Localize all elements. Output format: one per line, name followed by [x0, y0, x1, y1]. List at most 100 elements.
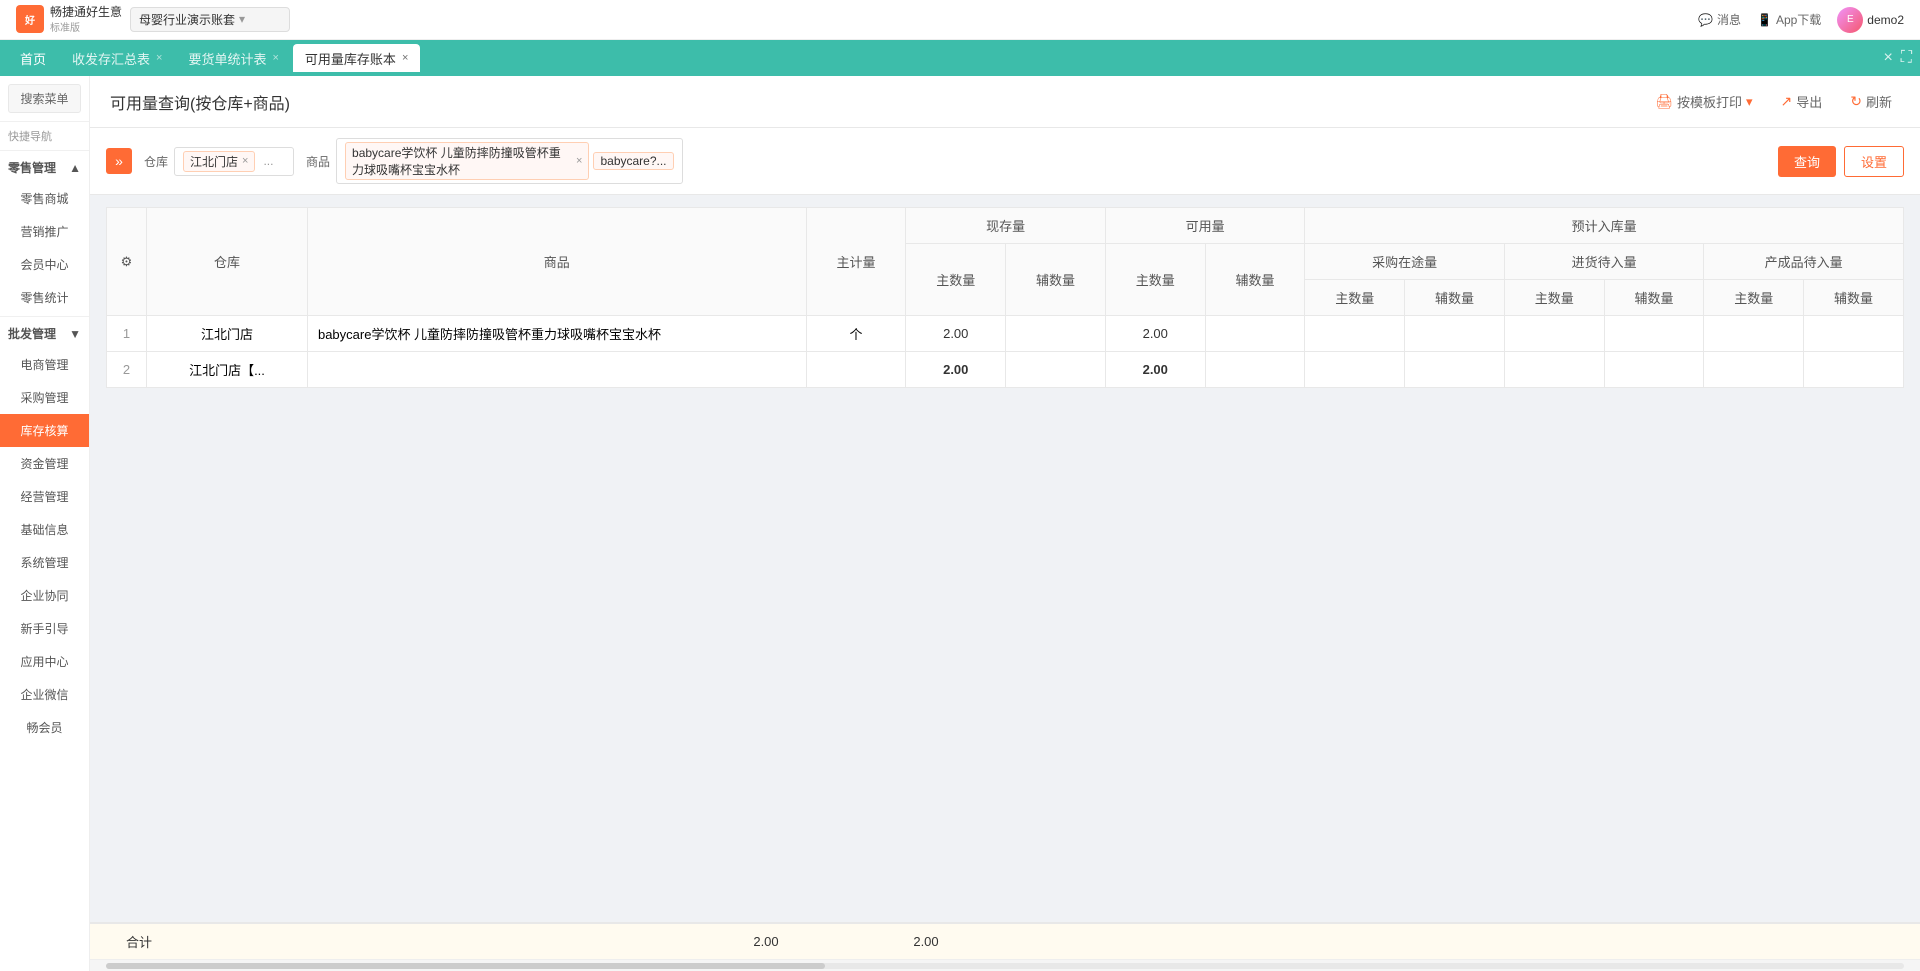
settings-col-header[interactable]: ⚙ — [107, 208, 147, 316]
sidebar: 搜索菜单 快捷导航 零售管理 ▲ 零售商城 营销推广 会员中心 零售统计 批发管… — [0, 76, 90, 971]
row-purchase-aux — [1405, 316, 1505, 352]
logo-area: 好 畅捷通好生意 标准版 — [16, 5, 122, 34]
product-tag-1-close[interactable]: × — [576, 155, 582, 167]
receipts-tab-close[interactable]: × — [156, 52, 162, 64]
purchase-label: 采购管理 — [20, 389, 68, 406]
print-button[interactable]: 🖨 按模板打印 ▾ — [1647, 88, 1760, 115]
sidebar-item-ecommerce[interactable]: 电商管理 — [0, 348, 89, 381]
row-index: 2 — [107, 352, 147, 388]
search-menu-button[interactable]: 搜索菜单 — [8, 84, 81, 113]
sidebar-item-operations[interactable]: 经营管理 — [0, 480, 89, 513]
page-header: 可用量查询(按仓库+商品) 🖨 按模板打印 ▾ ↗ 导出 ↻ 刷新 — [90, 76, 1920, 128]
enterprise-label: 企业协同 — [20, 587, 68, 604]
wechat-label: 企业微信 — [20, 686, 68, 703]
sidebar-item-newbie[interactable]: 新手引导 — [0, 612, 89, 645]
tab-close-all-button[interactable]: × — [1883, 49, 1892, 67]
current-main-qty-header: 主数量 — [906, 244, 1006, 316]
sidebar-item-marketing[interactable]: 营销推广 — [0, 215, 89, 248]
export-icon: ↗ — [1781, 93, 1793, 110]
row-finished-aux — [1804, 316, 1904, 352]
finished-aux-header: 辅数量 — [1804, 280, 1904, 316]
available-group-header: 可用量 — [1105, 208, 1305, 244]
sidebar-item-apps[interactable]: 应用中心 — [0, 645, 89, 678]
sidebar-item-wechat[interactable]: 企业微信 — [0, 678, 89, 711]
available-tab-close[interactable]: × — [402, 52, 408, 64]
tab-expand-button[interactable]: ⛶ — [1901, 49, 1912, 67]
logo-subtext: 标准版 — [50, 19, 122, 34]
sidebar-item-retail-mall[interactable]: 零售商城 — [0, 182, 89, 215]
available-main-qty-header: 主数量 — [1105, 244, 1205, 316]
top-bar: 好 畅捷通好生意 标准版 母婴行业演示账套 ▾ 💬 消息 📱 App下载 E d… — [0, 0, 1920, 40]
inventory-label: 库存核算 — [20, 422, 68, 439]
refresh-button[interactable]: ↻ 刷新 — [1842, 88, 1900, 115]
retail-mgmt-label: 零售管理 — [8, 159, 56, 176]
user-avatar: E — [1837, 7, 1863, 33]
warehouse-input[interactable]: 江北门店 × ... — [174, 147, 294, 176]
tab-orders[interactable]: 要货单统计表 × — [176, 44, 290, 72]
sidebar-nav-label[interactable]: 快捷导航 — [0, 122, 89, 148]
app-download-button[interactable]: 📱 App下载 — [1757, 11, 1821, 28]
available-aux-qty-header: 辅数量 — [1205, 244, 1305, 316]
sidebar-item-retail-stats[interactable]: 零售统计 — [0, 281, 89, 314]
finished-goods-header: 产成品待入量 — [1704, 244, 1904, 280]
sidebar-item-retail-mgmt[interactable]: 零售管理 ▲ — [0, 153, 89, 182]
filter-expand-button[interactable]: » — [106, 148, 132, 174]
scroll-area — [90, 959, 1920, 971]
wholesale-mgmt-arrow: ▼ — [69, 327, 81, 341]
horizontal-scrollbar[interactable] — [106, 963, 1904, 969]
planned-in-group-header: 预计入库量 — [1305, 208, 1904, 244]
setting-button[interactable]: 设置 — [1844, 146, 1904, 177]
filter-bar: » 仓库 江北门店 × ... 商品 babycare学饮杯 儿童防摔防撞吸管杯… — [90, 128, 1920, 195]
row-purchase-main — [1305, 352, 1405, 388]
vip-label: 畅会员 — [26, 719, 62, 736]
page-actions: 🖨 按模板打印 ▾ ↗ 导出 ↻ 刷新 — [1647, 88, 1900, 127]
export-button[interactable]: ↗ 导出 — [1773, 88, 1831, 115]
row-incoming-aux — [1604, 316, 1704, 352]
sidebar-item-finance[interactable]: 资金管理 — [0, 447, 89, 480]
query-button[interactable]: 查询 — [1778, 146, 1836, 177]
product-input[interactable]: babycare学饮杯 儿童防摔防撞吸管杯重力球吸嘴杯宝宝水杯 × babyca… — [336, 138, 682, 184]
incoming-aux-header: 辅数量 — [1604, 280, 1704, 316]
row-available-aux — [1205, 352, 1305, 388]
finance-label: 资金管理 — [20, 455, 68, 472]
sidebar-item-vip[interactable]: 畅会员 — [0, 711, 89, 744]
export-label: 导出 — [1796, 92, 1822, 111]
product-tag-2: babycare?... — [593, 152, 673, 170]
system-label: 系统管理 — [20, 554, 68, 571]
scroll-thumb[interactable] — [106, 963, 825, 969]
industry-selector[interactable]: 母婴行业演示账套 ▾ — [130, 7, 290, 32]
logo-text-area: 畅捷通好生意 标准版 — [50, 5, 122, 34]
refresh-icon: ↻ — [1850, 93, 1862, 110]
home-tab-label: 首页 — [20, 49, 46, 68]
filter-actions: 查询 设置 — [1778, 146, 1904, 177]
row-purchase-aux — [1405, 352, 1505, 388]
table-container: ⚙ 仓库 商品 主计量 现存量 可用量 预计入库量 主数量 辅数量 主数量 辅数… — [90, 195, 1920, 922]
finished-main-header: 主数量 — [1704, 280, 1804, 316]
sidebar-item-basics[interactable]: 基础信息 — [0, 513, 89, 546]
tab-home[interactable]: 首页 — [8, 44, 58, 72]
sidebar-item-members[interactable]: 会员中心 — [0, 248, 89, 281]
main-layout: 搜索菜单 快捷导航 零售管理 ▲ 零售商城 营销推广 会员中心 零售统计 批发管… — [0, 76, 1920, 971]
message-label: 消息 — [1717, 11, 1741, 28]
row-main-unit: 个 — [806, 316, 906, 352]
row-warehouse: 江北门店【... — [147, 352, 308, 388]
tab-receipts[interactable]: 收发存汇总表 × — [60, 44, 174, 72]
purchase-main-header: 主数量 — [1305, 280, 1405, 316]
sidebar-item-enterprise[interactable]: 企业协同 — [0, 579, 89, 612]
tab-available[interactable]: 可用量库存账本 × — [293, 44, 420, 72]
orders-tab-close[interactable]: × — [272, 52, 278, 64]
sidebar-item-wholesale-mgmt[interactable]: 批发管理 ▼ — [0, 319, 89, 348]
warehouse-tag-value: 江北门店 — [190, 153, 238, 170]
product-col-header: 商品 — [307, 208, 806, 316]
sidebar-item-inventory[interactable]: 库存核算 — [0, 414, 89, 447]
sidebar-item-purchase[interactable]: 采购管理 — [0, 381, 89, 414]
top-bar-left: 好 畅捷通好生意 标准版 母婴行业演示账套 ▾ — [16, 5, 290, 34]
sidebar-search-area: 搜索菜单 — [0, 76, 89, 122]
message-button[interactable]: 💬 消息 — [1698, 11, 1741, 28]
warehouse-tag-close[interactable]: × — [242, 155, 248, 167]
warehouse-filter-more[interactable]: ... — [259, 154, 277, 168]
row-incoming-main — [1504, 352, 1604, 388]
user-area[interactable]: E demo2 — [1837, 7, 1904, 33]
warehouse-col-header: 仓库 — [147, 208, 308, 316]
sidebar-item-system[interactable]: 系统管理 — [0, 546, 89, 579]
